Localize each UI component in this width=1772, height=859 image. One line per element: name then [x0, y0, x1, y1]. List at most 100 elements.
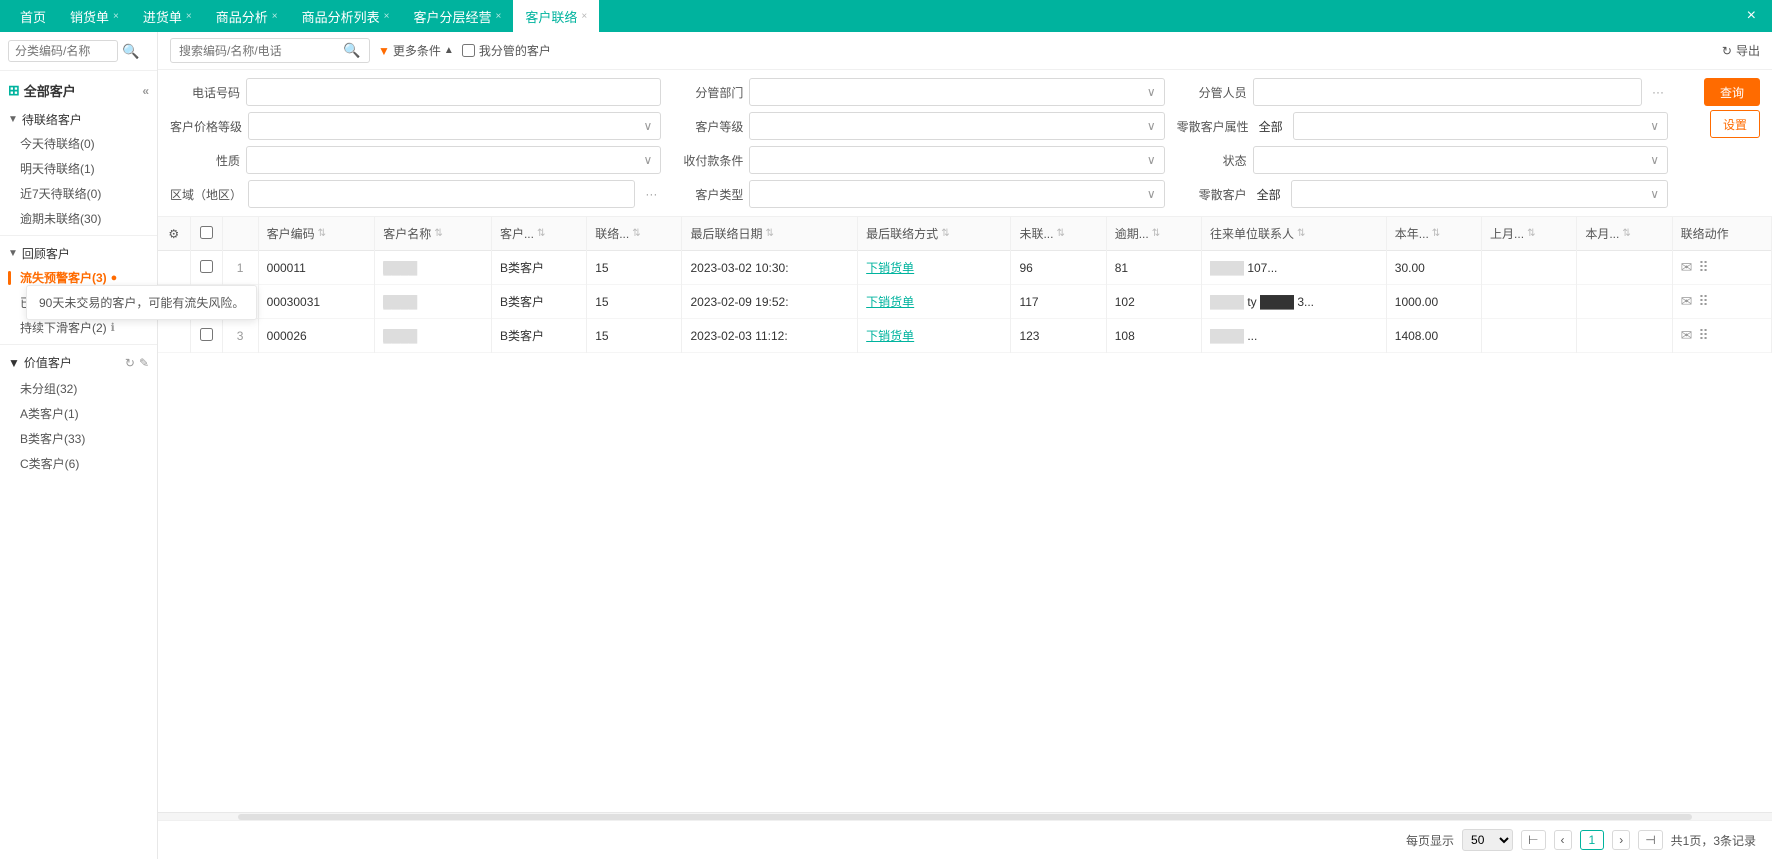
settings-button[interactable]: 设置 — [1710, 110, 1760, 138]
refresh-icon[interactable]: ↻ — [125, 356, 135, 370]
method-link[interactable]: 下销货单 — [866, 261, 914, 275]
payment-select[interactable]: ∨ — [749, 146, 1164, 174]
nature-select[interactable]: ∨ — [246, 146, 661, 174]
customer-table: ⚙ 客户编码 ⇅ 客户名称 ⇅ — [158, 217, 1772, 353]
sidebar-item-ungrouped[interactable]: 未分组(32) — [0, 376, 157, 401]
sidebar-group-pending[interactable]: ▼ 待联络客户 — [0, 106, 157, 131]
close-all-button[interactable]: × — [1739, 7, 1764, 25]
cell-contacts: 15 — [587, 319, 682, 353]
nav-tab-purchase-close[interactable]: × — [186, 11, 192, 22]
sidebar-group-review[interactable]: ▼ 回顾客户 — [0, 240, 157, 265]
filter-cell-price-level: 客户价格等级 ∨ — [170, 112, 673, 140]
select-all-checkbox[interactable] — [200, 226, 213, 239]
th-settings[interactable]: ⚙ — [158, 217, 190, 251]
th-checkbox[interactable] — [190, 217, 222, 251]
th-overdue-label: 逾期... — [1115, 225, 1149, 242]
first-page-button[interactable]: ⊢ — [1521, 830, 1545, 850]
nav-tab-analysis[interactable]: 商品分析 × — [204, 0, 290, 32]
more-conditions-label: 更多条件 — [393, 42, 441, 59]
more-action-icon[interactable]: ⠿ — [1698, 293, 1708, 310]
nav-tab-analysis-list[interactable]: 商品分析列表 × — [290, 0, 402, 32]
dept-select[interactable]: ∨ — [749, 78, 1164, 106]
cell-index: 3 — [222, 319, 258, 353]
th-overdue[interactable]: 逾期... ⇅ — [1106, 217, 1201, 251]
table-row: 1 000011 ████ B类客户 15 2023-03-02 10:30: … — [158, 251, 1772, 285]
sidebar-item-class-b[interactable]: B类客户(33) — [0, 426, 157, 451]
th-no-contact[interactable]: 未联... ⇅ — [1011, 217, 1106, 251]
search-icon[interactable]: 🔍 — [343, 42, 360, 59]
th-code[interactable]: 客户编码 ⇅ — [258, 217, 375, 251]
customer-level-select[interactable]: ∨ — [749, 112, 1164, 140]
sidebar-all-customers[interactable]: ⊞ 全部客户 « — [0, 75, 157, 106]
region-dots-icon[interactable]: ··· — [641, 187, 661, 201]
last-page-button[interactable]: ⊣ — [1638, 830, 1662, 850]
cell-action: ✉ ⠿ — [1672, 285, 1771, 319]
th-company-contact[interactable]: 往来单位联系人 ⇅ — [1201, 217, 1386, 251]
sidebar-item-today-contact[interactable]: 今天待联络(0) — [0, 131, 157, 156]
row-checkbox[interactable] — [200, 328, 213, 341]
nav-tab-sales[interactable]: 销货单 × — [58, 0, 131, 32]
phone-input[interactable] — [246, 78, 661, 106]
price-level-select[interactable]: ∨ — [248, 112, 661, 140]
th-year-amount[interactable]: 本年... ⇅ — [1386, 217, 1481, 251]
cell-checkbox[interactable] — [190, 319, 222, 353]
nav-tab-home[interactable]: 首页 — [8, 0, 58, 32]
nav-tab-customer-tier-close[interactable]: × — [495, 11, 501, 22]
next-page-button[interactable]: › — [1612, 830, 1630, 850]
retail-attr-select[interactable]: ∨ — [1293, 112, 1668, 140]
filter-cell-retail-attr: 零散客户属性 全部 ∨ — [1177, 112, 1680, 140]
export-button[interactable]: ↻ 导出 — [1722, 42, 1760, 59]
query-button[interactable]: 查询 — [1704, 78, 1760, 106]
search-input[interactable] — [179, 44, 339, 58]
more-conditions-button[interactable]: ▼ 更多条件 ▲ — [378, 42, 454, 59]
sidebar-item-tomorrow-contact[interactable]: 明天待联络(1) — [0, 156, 157, 181]
sidebar-item-7day-contact[interactable]: 近7天待联络(0) — [0, 181, 157, 206]
sidebar-item-class-a[interactable]: A类客户(1) — [0, 401, 157, 426]
nav-tab-sales-close[interactable]: × — [113, 11, 119, 22]
method-link[interactable]: 下销货单 — [866, 295, 914, 309]
sidebar-search-input[interactable] — [8, 40, 118, 62]
th-this-month[interactable]: 本月... ⇅ — [1577, 217, 1672, 251]
cell-checkbox[interactable] — [190, 251, 222, 285]
nav-tab-analysis-close[interactable]: × — [272, 11, 278, 22]
manager-dots-icon[interactable]: ··· — [1648, 85, 1668, 99]
contact-action-icon[interactable]: ✉ — [1681, 259, 1693, 276]
retail-customer-select[interactable]: ∨ — [1291, 180, 1668, 208]
more-action-icon[interactable]: ⠿ — [1698, 327, 1708, 344]
contact-action-icon[interactable]: ✉ — [1681, 327, 1693, 344]
more-action-icon[interactable]: ⠿ — [1698, 259, 1708, 276]
my-customers-checkbox[interactable] — [462, 44, 475, 57]
nav-tab-purchase[interactable]: 进货单 × — [131, 0, 204, 32]
nav-tab-customer-contact-close[interactable]: × — [581, 11, 587, 22]
contact-action-icon[interactable]: ✉ — [1681, 293, 1693, 310]
edit-icon[interactable]: ✎ — [139, 356, 149, 370]
my-customers-label: 我分管的客户 — [479, 42, 551, 59]
status-select[interactable]: ∨ — [1253, 146, 1668, 174]
per-page-select[interactable]: 50 20 100 — [1462, 829, 1513, 851]
sidebar-search-icon[interactable]: 🔍 — [122, 43, 139, 60]
cell-company-contact: ████ 107... — [1201, 251, 1386, 285]
row-checkbox[interactable] — [200, 260, 213, 273]
horizontal-scroll[interactable] — [158, 812, 1772, 820]
region-input[interactable] — [248, 180, 635, 208]
my-customers-checkbox-label[interactable]: 我分管的客户 — [462, 42, 551, 59]
th-last-method[interactable]: 最后联络方式 ⇅ — [858, 217, 1011, 251]
sidebar-item-overdue-contact[interactable]: 逾期未联络(30) — [0, 206, 157, 231]
method-link[interactable]: 下销货单 — [866, 329, 914, 343]
scroll-track[interactable] — [238, 814, 1692, 820]
th-name[interactable]: 客户名称 ⇅ — [375, 217, 492, 251]
nav-tab-customer-tier[interactable]: 客户分层经营 × — [401, 0, 513, 32]
th-type[interactable]: 客户... ⇅ — [491, 217, 586, 251]
prev-page-button[interactable]: ‹ — [1554, 830, 1572, 850]
manager-input[interactable] — [1253, 78, 1642, 106]
collapse-icon[interactable]: « — [142, 84, 149, 98]
sort-icon-contacts: ⇅ — [632, 228, 640, 239]
nav-tab-analysis-list-close[interactable]: × — [384, 11, 390, 22]
th-contacts[interactable]: 联络... ⇅ — [587, 217, 682, 251]
sidebar-item-class-c[interactable]: C类客户(6) — [0, 451, 157, 476]
arrow-down-icon-3[interactable]: ▼ — [8, 356, 20, 370]
th-last-date[interactable]: 最后联络日期 ⇅ — [682, 217, 858, 251]
customer-type-select[interactable]: ∨ — [749, 180, 1164, 208]
th-last-month[interactable]: 上月... ⇅ — [1482, 217, 1577, 251]
nav-tab-customer-contact[interactable]: 客户联络 × — [513, 0, 599, 32]
